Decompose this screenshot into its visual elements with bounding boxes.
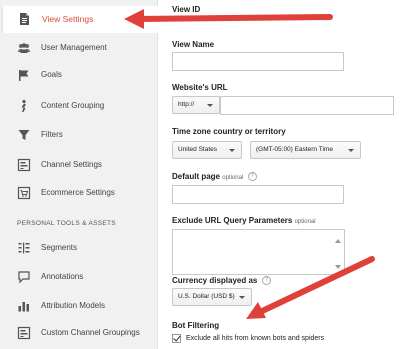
optional-tag: optional (294, 219, 316, 225)
currency-label: Currency displayed as ? (172, 276, 271, 286)
bot-filtering-checkbox[interactable] (172, 334, 181, 343)
users-icon (17, 41, 31, 55)
sidebar-item-label: Custom Channel Groupings (41, 328, 140, 337)
bot-filtering-label: Bot Filtering (172, 321, 220, 330)
sidebar-item-custom-channel-groupings[interactable]: Custom Channel Groupings (0, 321, 158, 345)
cart-icon (17, 186, 31, 200)
bot-filtering-checkbox-label: Exclude all hits from known bots and spi… (186, 335, 325, 342)
country-value: United States (178, 146, 218, 153)
sidebar-item-label: Segments (41, 243, 78, 252)
sidebar-item-label: Annotations (41, 272, 84, 281)
sidebar-item-label: Channel Settings (41, 160, 102, 169)
channel-icon (17, 158, 31, 172)
sidebar-item-label: User Management (41, 43, 107, 52)
funnel-icon (17, 128, 31, 142)
sidebar-item-filters[interactable]: Filters (0, 123, 158, 147)
bot-filtering-row: Exclude all hits from known bots and spi… (172, 334, 324, 343)
sidebar-item-label: Attribution Models (41, 301, 106, 310)
sidebar-item-label: Ecommerce Settings (41, 188, 115, 197)
chevron-down-icon (207, 104, 213, 107)
view-name-input[interactable] (172, 52, 344, 71)
sidebar-item-annotations[interactable]: Annotations (0, 265, 158, 289)
timezone-dropdown[interactable]: (GMT-05:00) Eastern Time (250, 141, 361, 159)
currency-dropdown[interactable]: U.S. Dollar (USD $) (172, 288, 252, 306)
chevron-down-icon (229, 149, 235, 152)
currency-label-text: Currency displayed as (172, 276, 258, 285)
help-icon[interactable]: ? (247, 172, 257, 182)
protocol-dropdown[interactable]: http:// (172, 96, 220, 114)
segments-icon (17, 241, 31, 255)
sidebar-item-ecommerce-settings[interactable]: Ecommerce Settings (0, 181, 158, 205)
bar-chart-icon (17, 299, 31, 313)
flag-icon (17, 68, 31, 82)
sidebar-item-label: Goals (41, 70, 62, 79)
chevron-down-icon (239, 296, 245, 299)
sidebar-item-user-management[interactable]: User Management (0, 36, 158, 60)
website-url-input[interactable] (220, 96, 394, 115)
exclude-params-label: Exclude URL Query Parameters optional (172, 216, 316, 225)
website-url-label: Website's URL (172, 83, 228, 92)
sidebar-item-label: Filters (41, 130, 63, 139)
scroll-up-icon[interactable] (335, 239, 341, 243)
chevron-down-icon (348, 149, 354, 152)
sidebar-item-label: View Settings (42, 14, 94, 24)
document-icon (17, 12, 31, 26)
personal-tools-section-title: PERSONAL TOOLS & ASSETS (17, 220, 116, 227)
optional-tag: optional (222, 175, 244, 181)
help-icon[interactable]: ? (261, 276, 271, 286)
sidebar-item-goals[interactable]: Goals (0, 63, 158, 87)
timezone-value: (GMT-05:00) Eastern Time (256, 146, 333, 153)
timezone-label: Time zone country or territory (172, 127, 286, 136)
sidebar-item-content-grouping[interactable]: Content Grouping (0, 94, 158, 118)
exclude-params-label-text: Exclude URL Query Parameters (172, 216, 293, 225)
view-name-label: View Name (172, 40, 215, 49)
default-page-input[interactable] (172, 185, 344, 204)
settings-sidebar: View Settings User Management Goals Cont… (0, 0, 158, 349)
sidebar-item-view-settings[interactable]: View Settings (1, 6, 158, 33)
annotation-icon (17, 270, 31, 284)
sidebar-item-attribution-models[interactable]: Attribution Models (0, 294, 158, 318)
sidebar-item-channel-settings[interactable]: Channel Settings (0, 153, 158, 177)
view-settings-form: View ID View Name Website's URL http:// … (158, 0, 400, 349)
view-id-label: View ID (172, 5, 201, 14)
scroll-down-icon[interactable] (335, 265, 341, 269)
country-dropdown[interactable]: United States (172, 141, 242, 159)
sidebar-item-segments[interactable]: Segments (0, 236, 158, 260)
sidebar-item-label: Content Grouping (41, 101, 105, 110)
default-page-label-text: Default page (172, 172, 221, 181)
protocol-value: http:// (178, 101, 195, 108)
currency-value: U.S. Dollar (USD $) (178, 293, 235, 300)
channel-icon (17, 326, 31, 340)
default-page-label: Default page optional ? (172, 172, 257, 182)
person-walk-icon (17, 99, 31, 113)
exclude-params-textarea[interactable] (172, 229, 345, 275)
